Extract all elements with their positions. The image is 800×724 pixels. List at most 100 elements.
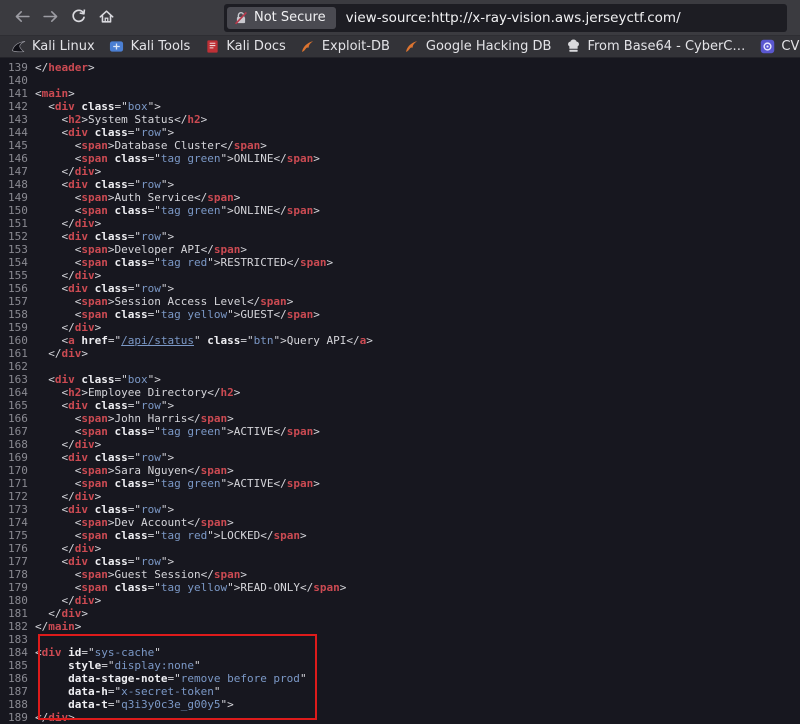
line-number: 181 xyxy=(8,607,28,620)
line-code: <div class="row"> xyxy=(35,178,175,191)
line-code: </div> xyxy=(35,711,75,724)
line-code: style="display:none" xyxy=(68,659,201,672)
line-code: <span class="tag red">LOCKED</span> xyxy=(35,529,307,542)
source-line: 161 </div> xyxy=(0,347,800,360)
line-number: 140 xyxy=(8,74,28,87)
browser-toolbar: Not Secure view-source:http://x-ray-visi… xyxy=(0,0,800,36)
line-number: 156 xyxy=(8,282,28,295)
back-button[interactable] xyxy=(8,4,36,32)
source-line: 139 </header> xyxy=(0,61,800,74)
source-line: 163 <div class="box"> xyxy=(0,373,800,386)
source-line: 158 <span class="tag yellow">GUEST</span… xyxy=(0,308,800,321)
line-code: <span>Sara Nguyen</span> xyxy=(35,464,234,477)
line-code: <div class="row"> xyxy=(35,451,175,464)
view-source-content: 139 </header> 140 141 <main> 142 <div class="… xyxy=(0,58,800,724)
source-line: 147 </div> xyxy=(0,165,800,178)
source-line: 149 <span>Auth Service</span> xyxy=(0,191,800,204)
line-number: 161 xyxy=(8,347,28,360)
bookmark-kali-docs[interactable]: Kali Docs xyxy=(197,36,293,57)
source-line: 140 xyxy=(0,74,800,87)
line-number: 173 xyxy=(8,503,28,516)
line-code: <div class="box"> xyxy=(35,373,161,386)
source-line: 188 data-t="q3i3y0c3e_g00y5"> xyxy=(0,698,800,711)
source-href-link[interactable]: /api/status xyxy=(121,334,194,347)
line-code: <span class="tag green">ACTIVE</span> xyxy=(35,425,320,438)
line-code: <span>Database Cluster</span> xyxy=(35,139,267,152)
source-line: 179 <span class="tag yellow">READ-ONLY</… xyxy=(0,581,800,594)
cve-icon xyxy=(759,39,775,55)
cyberchef-icon xyxy=(565,39,581,55)
line-code: <div class="row"> xyxy=(35,503,175,516)
line-code: <span>Session Access Level</span> xyxy=(35,295,294,308)
source-line: 178 <span>Guest Session</span> xyxy=(0,568,800,581)
line-code: <span>Dev Account</span> xyxy=(35,516,234,529)
line-number: 183 xyxy=(8,633,28,646)
line-code: <span class="tag yellow">READ-ONLY</span… xyxy=(35,581,347,594)
line-code: <span>Auth Service</span> xyxy=(35,191,241,204)
source-line: 183 xyxy=(0,633,800,646)
line-code: </header> xyxy=(35,61,95,74)
bookmark-label: CVE security vulnerabi… xyxy=(781,38,800,54)
back-arrow-icon xyxy=(14,8,31,28)
bookmark-kali-tools[interactable]: Kali Tools xyxy=(102,36,198,57)
line-code: <span class="tag red">RESTRICTED</span> xyxy=(35,256,334,269)
line-code: <h2>Employee Directory</h2> xyxy=(35,386,241,399)
bookmark-cve-security-vulnerabi[interactable]: CVE security vulnerabi… xyxy=(752,36,800,57)
line-number: 171 xyxy=(8,477,28,490)
line-code: </div> xyxy=(35,165,102,178)
source-line: 182 </main> xyxy=(0,620,800,633)
source-line: 154 <span class="tag red">RESTRICTED</sp… xyxy=(0,256,800,269)
line-number: 186 xyxy=(8,672,28,685)
line-number: 177 xyxy=(8,555,28,568)
line-number: 172 xyxy=(8,490,28,503)
source-line: 152 <div class="row"> xyxy=(0,230,800,243)
line-code: <div class="row"> xyxy=(35,282,175,295)
bookmark-label: Kali Tools xyxy=(130,38,191,54)
source-line: 146 <span class="tag green">ONLINE</span… xyxy=(0,152,800,165)
line-number: 168 xyxy=(8,438,28,451)
line-code: <main> xyxy=(35,87,75,100)
home-button[interactable] xyxy=(92,4,120,32)
forward-button[interactable] xyxy=(36,4,64,32)
line-number: 180 xyxy=(8,594,28,607)
bookmark-kali-linux[interactable]: Kali Linux xyxy=(3,36,102,57)
line-code: <div class="row"> xyxy=(35,126,175,139)
line-number: 154 xyxy=(8,256,28,269)
line-code: <h2>System Status</h2> xyxy=(35,113,208,126)
line-number: 175 xyxy=(8,529,28,542)
source-line: 186 data-stage-note="remove before prod" xyxy=(0,672,800,685)
bookmark-exploit-db[interactable]: Exploit-DB xyxy=(293,36,397,57)
source-line: 156 <div class="row"> xyxy=(0,282,800,295)
source-line: 159 </div> xyxy=(0,321,800,334)
source-line: 170 <span>Sara Nguyen</span> xyxy=(0,464,800,477)
source-line: 171 <span class="tag green">ACTIVE</span… xyxy=(0,477,800,490)
line-code: <span class="tag green">ONLINE</span> xyxy=(35,152,320,165)
refresh-button[interactable] xyxy=(64,4,92,32)
source-line: 185 style="display:none" xyxy=(0,659,800,672)
exploit-db-icon xyxy=(300,39,316,55)
security-badge-label: Not Secure xyxy=(254,10,326,25)
line-number: 162 xyxy=(8,360,28,373)
address-bar[interactable]: Not Secure view-source:http://x-ray-visi… xyxy=(224,3,787,32)
bookmark-label: Kali Docs xyxy=(226,38,286,54)
source-line: 187 data-h="x-secret-token" xyxy=(0,685,800,698)
line-number: 147 xyxy=(8,165,28,178)
source-line: 143 <h2>System Status</h2> xyxy=(0,113,800,126)
line-number: 144 xyxy=(8,126,28,139)
source-line: 148 <div class="row"> xyxy=(0,178,800,191)
line-code: </div> xyxy=(35,217,102,230)
bookmark-google-hacking-db[interactable]: Google Hacking DB xyxy=(397,36,559,57)
bookmark-label: Kali Linux xyxy=(32,38,95,54)
bookmark-from-base64-cyberc[interactable]: From Base64 - CyberC… xyxy=(558,36,752,57)
line-number: 155 xyxy=(8,269,28,282)
line-code: <div class="row"> xyxy=(35,555,175,568)
line-code: data-t="q3i3y0c3e_g00y5"> xyxy=(68,698,234,711)
source-line: 145 <span>Database Cluster</span> xyxy=(0,139,800,152)
security-badge[interactable]: Not Secure xyxy=(227,6,336,29)
source-line: 181 </div> xyxy=(0,607,800,620)
url-text: view-source:http://x-ray-vision.aws.jers… xyxy=(345,9,681,26)
line-code: </div> xyxy=(35,607,88,620)
kali-docs-icon xyxy=(204,39,220,55)
bookmark-label: From Base64 - CyberC… xyxy=(587,38,746,54)
line-code: <a href="/api/status" class="btn">Query … xyxy=(35,334,373,347)
